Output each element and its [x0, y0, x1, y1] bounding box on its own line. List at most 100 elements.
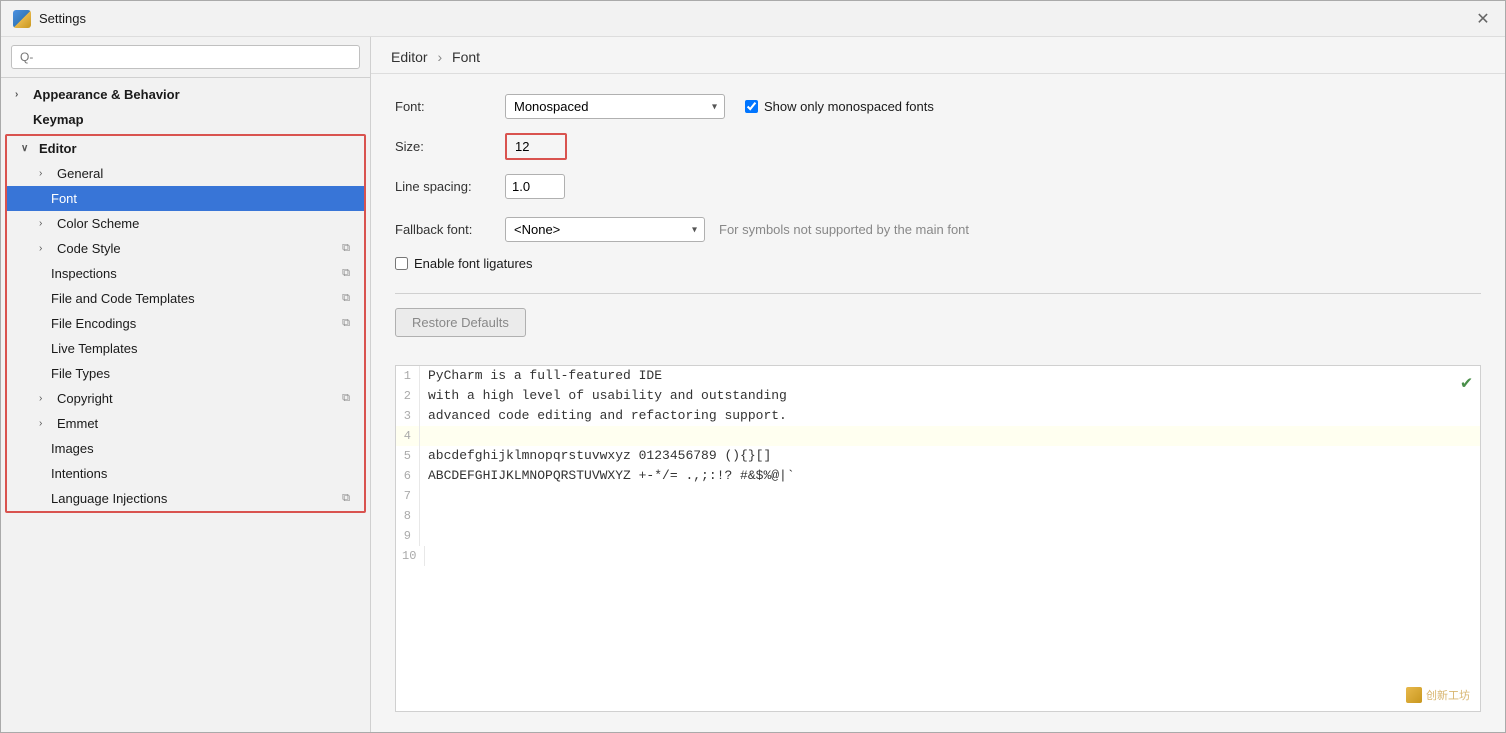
sidebar-item-file-types[interactable]: File Types [7, 361, 364, 386]
sidebar-item-general[interactable]: › General [7, 161, 364, 186]
preview-line: 7 [396, 486, 1480, 506]
watermark-text: 创新工坊 [1426, 687, 1470, 703]
fallback-select[interactable]: <None> [505, 217, 705, 242]
preview-area: 1 PyCharm is a full-featured IDE 2 with … [395, 365, 1481, 712]
sidebar-item-live-templates[interactable]: Live Templates [7, 336, 364, 361]
checkmark-icon: ✔ [1461, 372, 1472, 394]
sidebar-item-label: Emmet [57, 416, 350, 431]
font-row: Font: Monospaced ▾ Show only monospaced … [395, 94, 1481, 119]
preview-line: 9 [396, 526, 1480, 546]
sidebar: › Appearance & Behavior Keymap ∨ Editor [1, 37, 371, 732]
panel-header: Editor › Font [371, 37, 1505, 74]
expand-arrow-icon: › [39, 393, 51, 404]
sidebar-item-copyright[interactable]: › Copyright ⧉ [7, 386, 364, 411]
preview-line: 10 [396, 546, 1480, 566]
sidebar-item-label: File and Code Templates [51, 291, 338, 306]
monospaced-checkbox-row: Show only monospaced fonts [745, 99, 934, 114]
expand-arrow-icon: › [39, 418, 51, 429]
sidebar-item-keymap[interactable]: Keymap [1, 107, 370, 132]
sidebar-item-label: Copyright [57, 391, 338, 406]
sidebar-item-label: General [57, 166, 350, 181]
line-number: 9 [396, 526, 420, 546]
ligatures-checkbox[interactable] [395, 257, 408, 270]
line-content: with a high level of usability and outst… [428, 386, 787, 406]
line-spacing-label: Line spacing: [395, 179, 505, 194]
sidebar-item-file-code-templates[interactable]: File and Code Templates ⧉ [7, 286, 364, 311]
preview-line: 8 [396, 506, 1480, 526]
expand-arrow-icon: › [39, 168, 51, 179]
sidebar-item-appearance[interactable]: › Appearance & Behavior [1, 82, 370, 107]
show-monospaced-checkbox[interactable] [745, 100, 758, 113]
expand-arrow-icon: › [39, 218, 51, 229]
sidebar-item-file-encodings[interactable]: File Encodings ⧉ [7, 311, 364, 336]
show-monospaced-label: Show only monospaced fonts [764, 99, 934, 114]
sidebar-item-label: File Encodings [51, 316, 338, 331]
sidebar-item-intentions[interactable]: Intentions [7, 461, 364, 486]
line-number: 8 [396, 506, 420, 526]
nav-tree: › Appearance & Behavior Keymap ∨ Editor [1, 78, 370, 732]
restore-defaults-button[interactable]: Restore Defaults [395, 308, 526, 337]
line-number: 1 [396, 366, 420, 386]
search-input[interactable] [11, 45, 360, 69]
copy-icon: ⧉ [342, 242, 350, 255]
right-panel: Editor › Font Font: Monospaced ▾ [371, 37, 1505, 732]
line-number: 4 [396, 426, 420, 446]
copy-icon: ⧉ [342, 267, 350, 280]
close-button[interactable]: ✕ [1473, 9, 1493, 29]
fallback-font-row: Fallback font: <None> ▾ For symbols not … [395, 217, 1481, 242]
size-label: Size: [395, 139, 505, 154]
preview-line: 6 ABCDEFGHIJKLMNOPQRSTUVWXYZ +-*/= .,;:!… [396, 466, 1480, 486]
breadcrumb-separator: › [437, 49, 446, 65]
editor-section-box: ∨ Editor › General Font [5, 134, 366, 513]
copy-icon: ⧉ [342, 317, 350, 330]
expand-arrow-icon: › [15, 89, 27, 100]
preview-line-highlighted: 4 [396, 426, 1480, 446]
sidebar-item-emmet[interactable]: › Emmet [7, 411, 364, 436]
fallback-select-wrapper: <None> ▾ [505, 217, 705, 242]
collapse-arrow-icon: ∨ [21, 143, 33, 154]
fallback-hint: For symbols not supported by the main fo… [719, 222, 969, 237]
line-content: ABCDEFGHIJKLMNOPQRSTUVWXYZ +-*/= .,;:!? … [428, 466, 795, 486]
size-row: Size: [395, 133, 1481, 160]
title-bar: Settings ✕ [1, 1, 1505, 37]
ligatures-label: Enable font ligatures [414, 256, 533, 271]
preview-line: 3 advanced code editing and refactoring … [396, 406, 1480, 426]
font-select-wrapper: Monospaced ▾ [505, 94, 725, 119]
expand-arrow-icon: › [39, 243, 51, 254]
sidebar-item-label: Intentions [51, 466, 350, 481]
watermark: 创新工坊 [1406, 687, 1470, 703]
sidebar-item-images[interactable]: Images [7, 436, 364, 461]
panel-body: Font: Monospaced ▾ Show only monospaced … [371, 74, 1505, 732]
main-content: › Appearance & Behavior Keymap ∨ Editor [1, 37, 1505, 732]
preview-line: 1 PyCharm is a full-featured IDE [396, 366, 1480, 386]
sidebar-item-editor[interactable]: ∨ Editor [7, 136, 364, 161]
sidebar-item-code-style[interactable]: › Code Style ⧉ [7, 236, 364, 261]
sidebar-item-label: Appearance & Behavior [33, 87, 356, 102]
line-number: 7 [396, 486, 420, 506]
sidebar-item-label: File Types [51, 366, 350, 381]
sidebar-item-label: Inspections [51, 266, 338, 281]
app-icon [13, 10, 31, 28]
settings-window: Settings ✕ › Appearance & Behavior Keyma… [0, 0, 1506, 733]
line-number: 2 [396, 386, 420, 406]
sidebar-item-label: Editor [39, 141, 350, 156]
font-select[interactable]: Monospaced [505, 94, 725, 119]
search-bar [1, 37, 370, 78]
sidebar-item-label: Font [51, 191, 350, 206]
sidebar-item-language-injections[interactable]: Language Injections ⧉ [7, 486, 364, 511]
line-spacing-input[interactable] [505, 174, 565, 199]
sidebar-item-label: Language Injections [51, 491, 338, 506]
preview-line: 2 with a high level of usability and out… [396, 386, 1480, 406]
size-input[interactable] [511, 137, 561, 156]
restore-btn-container: Restore Defaults [395, 308, 1481, 353]
sidebar-item-label: Live Templates [51, 341, 350, 356]
sidebar-item-label: Color Scheme [57, 216, 350, 231]
ligatures-row: Enable font ligatures [395, 256, 1481, 271]
sidebar-item-color-scheme[interactable]: › Color Scheme [7, 211, 364, 236]
line-number: 6 [396, 466, 420, 486]
sidebar-item-inspections[interactable]: Inspections ⧉ [7, 261, 364, 286]
font-label: Font: [395, 99, 505, 114]
sidebar-item-font[interactable]: Font [7, 186, 364, 211]
copy-icon: ⧉ [342, 492, 350, 505]
size-input-box [505, 133, 567, 160]
